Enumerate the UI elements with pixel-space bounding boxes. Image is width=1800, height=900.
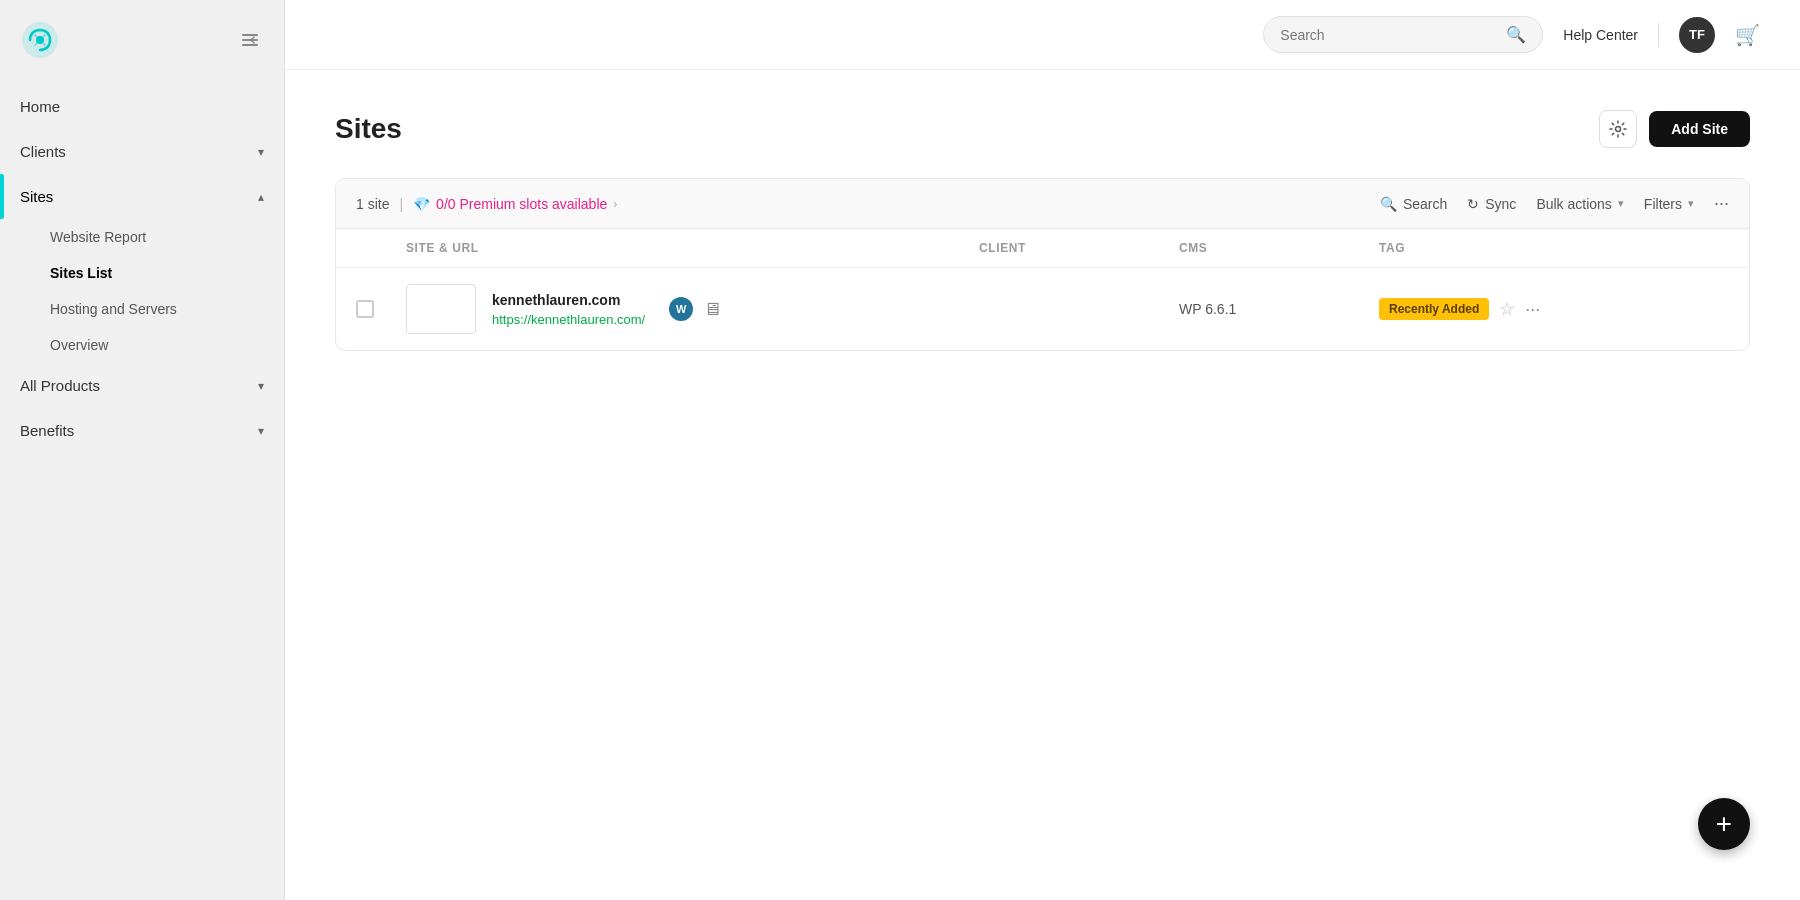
chevron-down-icon-bulk: ▾ — [1618, 197, 1624, 210]
logo — [20, 20, 60, 64]
filters-button[interactable]: Filters ▾ — [1644, 196, 1694, 212]
chevron-down-icon-filters: ▾ — [1688, 197, 1694, 210]
topbar: 🔍 Help Center TF 🛒 — [285, 0, 1800, 70]
chevron-down-icon-benefits: ▾ — [258, 424, 264, 438]
main-content: 🔍 Help Center TF 🛒 Sites Add Site — [285, 0, 1800, 900]
filter-right: 🔍 Search ↻ Sync Bulk actions ▾ Filters ▾ — [1380, 193, 1729, 214]
search-input[interactable] — [1280, 27, 1498, 43]
site-cms-icons: W 🖥 — [669, 297, 721, 321]
sidebar-header — [0, 20, 284, 84]
svg-rect-2 — [242, 34, 258, 36]
bulk-actions-button[interactable]: Bulk actions ▾ — [1536, 196, 1623, 212]
site-count: 1 site — [356, 196, 389, 212]
page-title: Sites — [335, 113, 402, 145]
nav-item-sites[interactable]: Sites ▴ — [0, 174, 284, 219]
sidebar-item-hosting-servers[interactable]: Hosting and Servers — [0, 291, 284, 327]
table-row: kennethlauren.com https://kennethlauren.… — [336, 268, 1749, 350]
chevron-up-icon: ▴ — [258, 190, 264, 204]
sidebar: Home Clients ▾ Sites ▴ Website Report Si… — [0, 0, 285, 900]
sync-button[interactable]: ↻ Sync — [1467, 196, 1516, 212]
table-search-button[interactable]: 🔍 Search — [1380, 196, 1447, 212]
more-options-button[interactable]: ··· — [1714, 193, 1729, 214]
site-thumbnail — [406, 284, 476, 334]
collapse-sidebar-button[interactable] — [236, 26, 264, 59]
star-button[interactable]: ☆ — [1499, 298, 1515, 320]
topbar-divider — [1658, 23, 1659, 47]
filter-left: 1 site | 💎 0/0 Premium slots available › — [356, 196, 617, 212]
add-site-button[interactable]: Add Site — [1649, 111, 1750, 147]
sidebar-item-website-report[interactable]: Website Report — [0, 219, 284, 255]
page-title-row: Sites Add Site — [335, 110, 1750, 148]
search-icon-small: 🔍 — [1380, 196, 1397, 212]
nav-item-benefits[interactable]: Benefits ▾ — [0, 408, 284, 453]
header-tag: TAG — [1379, 241, 1629, 255]
sidebar-item-sites-list[interactable]: Sites List — [0, 255, 284, 291]
filter-bar: 1 site | 💎 0/0 Premium slots available ›… — [336, 179, 1749, 229]
nav-item-all-products[interactable]: All Products ▾ — [0, 363, 284, 408]
site-details: kennethlauren.com https://kennethlauren.… — [492, 292, 645, 327]
search-box[interactable]: 🔍 — [1263, 16, 1543, 53]
page-content: Sites Add Site 1 site | 💎 — [285, 70, 1800, 900]
diamond-icon: 💎 — [413, 196, 430, 212]
sync-icon: ↻ — [1467, 196, 1479, 212]
table-header: SITE & URL CLIENT CMS TAG — [336, 229, 1749, 268]
site-info-col: kennethlauren.com https://kennethlauren.… — [406, 284, 979, 334]
nav-item-clients[interactable]: Clients ▾ — [0, 129, 284, 174]
search-icon: 🔍 — [1506, 25, 1526, 44]
chevron-down-icon-products: ▾ — [258, 379, 264, 393]
nav-item-home[interactable]: Home — [0, 84, 284, 129]
header-actions — [1629, 241, 1729, 255]
header-site-url: SITE & URL — [406, 241, 979, 255]
row-checkbox-col — [356, 300, 406, 318]
sites-subnav: Website Report Sites List Hosting and Se… — [0, 219, 284, 363]
chevron-down-icon: ▾ — [258, 145, 264, 159]
wordpress-icon: W — [669, 297, 693, 321]
svg-rect-4 — [242, 44, 258, 46]
sites-container: 1 site | 💎 0/0 Premium slots available ›… — [335, 178, 1750, 351]
chevron-right-icon: › — [613, 197, 617, 211]
header-client: CLIENT — [979, 241, 1179, 255]
monitor-icon[interactable]: 🖥 — [703, 299, 721, 320]
tag-col: Recently Added ☆ ··· — [1379, 298, 1629, 320]
help-center-link[interactable]: Help Center — [1563, 27, 1638, 43]
site-url-link[interactable]: https://kennethlauren.com/ — [492, 312, 645, 327]
header-checkbox-col — [356, 241, 406, 255]
title-actions: Add Site — [1599, 110, 1750, 148]
svg-point-5 — [1616, 127, 1621, 132]
sidebar-item-overview[interactable]: Overview — [0, 327, 284, 363]
row-more-button[interactable]: ··· — [1525, 299, 1540, 320]
row-checkbox[interactable] — [356, 300, 374, 318]
settings-button[interactable] — [1599, 110, 1637, 148]
cart-icon[interactable]: 🛒 — [1735, 23, 1760, 47]
recently-added-badge: Recently Added — [1379, 298, 1489, 320]
avatar[interactable]: TF — [1679, 17, 1715, 53]
header-cms: CMS — [1179, 241, 1379, 255]
fab-add-button[interactable]: + — [1698, 798, 1750, 850]
site-name: kennethlauren.com — [492, 292, 645, 308]
cms-col: WP 6.6.1 — [1179, 301, 1379, 317]
premium-slots-link[interactable]: 💎 0/0 Premium slots available › — [413, 196, 617, 212]
